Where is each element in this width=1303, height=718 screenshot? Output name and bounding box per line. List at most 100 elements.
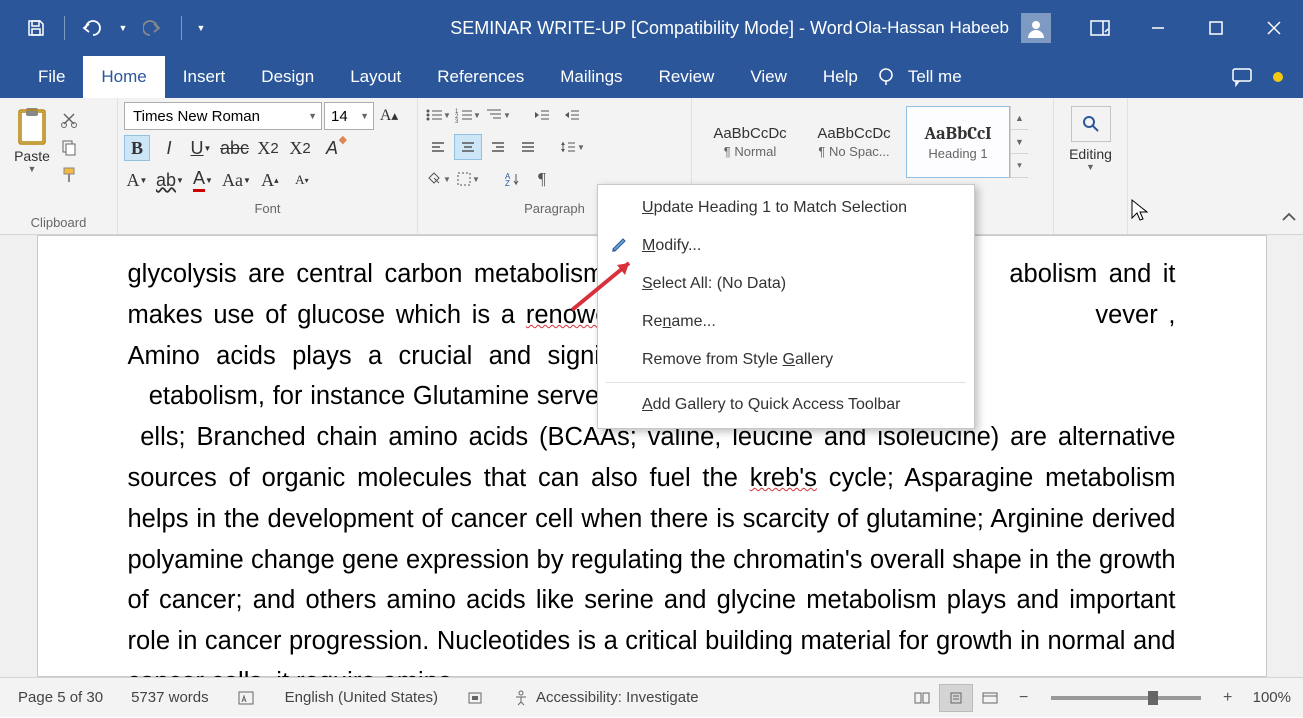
comments-icon[interactable] [1231, 67, 1253, 87]
status-accessibility[interactable]: Accessibility: Investigate [512, 689, 699, 707]
view-read-mode[interactable] [905, 684, 939, 712]
font-group-label: Font [124, 198, 411, 220]
status-words[interactable]: 5737 words [131, 689, 209, 706]
italic-button[interactable]: I [156, 135, 182, 161]
ribbon-display-options[interactable] [1071, 0, 1129, 56]
redo-button[interactable] [135, 10, 171, 46]
group-editing: Editing ▼ [1054, 98, 1128, 234]
align-left-button[interactable] [424, 134, 452, 160]
align-right-button[interactable] [484, 134, 512, 160]
accessibility-icon [512, 689, 530, 707]
tell-me[interactable]: Tell me [904, 67, 980, 87]
tab-mailings[interactable]: Mailings [542, 56, 640, 98]
undo-button[interactable] [75, 10, 111, 46]
tab-file[interactable]: File [20, 56, 83, 98]
tab-review[interactable]: Review [641, 56, 733, 98]
minimize-button[interactable] [1129, 0, 1187, 56]
tab-home[interactable]: Home [83, 56, 164, 98]
subscript-button[interactable]: X2 [255, 135, 281, 161]
bullets-button[interactable]: ▼ [424, 102, 452, 128]
increase-indent-button[interactable] [558, 102, 586, 128]
tab-layout[interactable]: Layout [332, 56, 419, 98]
maximize-button[interactable] [1187, 0, 1245, 56]
menu-rename[interactable]: Rename... [598, 303, 974, 341]
cut-button[interactable] [58, 108, 80, 130]
zoom-level[interactable]: 100% [1253, 689, 1291, 706]
status-macro-icon[interactable] [466, 690, 484, 706]
find-button[interactable] [1071, 106, 1111, 142]
status-page[interactable]: Page 5 of 30 [18, 689, 103, 706]
style-normal[interactable]: AaBbCcDc ¶ Normal [698, 106, 802, 178]
superscript-button[interactable]: X2 [287, 135, 313, 161]
align-center-button[interactable] [454, 134, 482, 160]
svg-text:Z: Z [505, 179, 510, 187]
shading-button[interactable]: ▼ [424, 166, 452, 192]
multilevel-button[interactable]: ▼ [484, 102, 512, 128]
grow-font2-button[interactable]: A▴ [257, 167, 283, 193]
strikethrough-button[interactable]: abc [220, 135, 249, 161]
menu-update-to-match[interactable]: Update Heading 1 to Match Selection [598, 189, 974, 227]
tab-view[interactable]: View [732, 56, 805, 98]
borders-button[interactable]: ▼ [454, 166, 482, 192]
bold-button[interactable]: B [124, 135, 150, 161]
menu-add-qat[interactable]: Add Gallery to Quick Access Toolbar [598, 386, 974, 424]
tab-insert[interactable]: Insert [165, 56, 244, 98]
tab-references[interactable]: References [419, 56, 542, 98]
pending-updates-dot[interactable] [1273, 72, 1283, 82]
avatar[interactable] [1021, 13, 1051, 43]
paste-button[interactable] [15, 106, 49, 146]
svg-text:3: 3 [455, 119, 459, 123]
document-title: SEMINAR WRITE-UP [Compatibility Mode] - … [450, 18, 852, 39]
shrink-font-button[interactable]: A▾ [289, 167, 315, 193]
status-language[interactable]: English (United States) [285, 689, 438, 706]
copy-button[interactable] [58, 136, 80, 158]
menu-modify[interactable]: Modify... [598, 227, 974, 265]
font-color2-button[interactable]: A▼ [124, 167, 150, 193]
user-name[interactable]: Ola-Hassan Habeeb [855, 18, 1009, 38]
numbering-button[interactable]: 123▼ [454, 102, 482, 128]
status-spellcheck-icon[interactable] [237, 690, 257, 706]
collapse-ribbon-button[interactable] [1281, 210, 1297, 228]
styles-scroll-down[interactable]: ▼ [1011, 130, 1028, 154]
phonetic-button[interactable]: ab▼ [156, 167, 184, 193]
change-case-button[interactable]: Aa ▼ [222, 167, 251, 193]
style-no-spacing[interactable]: AaBbCcDc ¶ No Spac... [802, 106, 906, 178]
underline-button[interactable]: U ▼ [188, 135, 214, 161]
styles-scroll-up[interactable]: ▲ [1011, 106, 1028, 130]
save-button[interactable] [18, 10, 54, 46]
decrease-indent-button[interactable] [528, 102, 556, 128]
tab-help[interactable]: Help [805, 56, 876, 98]
menu-remove-gallery[interactable]: Remove from Style Gallery [598, 341, 974, 379]
ribbon-tabs: File Home Insert Design Layout Reference… [0, 56, 1303, 98]
view-web-layout[interactable] [973, 684, 1007, 712]
paste-label: Paste [14, 148, 50, 164]
lightbulb-icon [876, 67, 896, 87]
format-painter-button[interactable] [58, 164, 80, 186]
tab-design[interactable]: Design [243, 56, 332, 98]
font-name-combo[interactable]: Times New Roman▼ [124, 102, 322, 130]
zoom-slider[interactable] [1051, 696, 1201, 700]
justify-button[interactable] [514, 134, 542, 160]
styles-more[interactable]: ▾ [1011, 154, 1028, 178]
undo-dropdown[interactable]: ▼ [115, 10, 131, 46]
editing-label: Editing [1069, 146, 1112, 162]
menu-select-all[interactable]: Select All: (No Data) [598, 265, 974, 303]
clipboard-label: Clipboard [6, 212, 111, 234]
font-name-value: Times New Roman [133, 108, 260, 125]
grow-font-button[interactable]: A▴ [376, 103, 402, 129]
font-size-combo[interactable]: 14▼ [324, 102, 374, 130]
font-color-button[interactable]: A ▼ [190, 167, 216, 193]
clear-formatting-button[interactable]: A◆ [319, 135, 345, 161]
titlebar: ▼ ▼ SEMINAR WRITE-UP [Compatibility Mode… [0, 0, 1303, 56]
zoom-out-button[interactable]: − [1015, 689, 1033, 707]
modify-icon [610, 235, 628, 258]
zoom-in-button[interactable]: + [1219, 689, 1237, 707]
group-clipboard: Paste ▼ Clipboard [0, 98, 118, 234]
view-print-layout[interactable] [939, 684, 973, 712]
qat-customize[interactable]: ▼ [192, 10, 210, 46]
sort-button[interactable]: AZ [498, 166, 526, 192]
style-heading-1[interactable]: AaBbCcI Heading 1 [906, 106, 1010, 178]
show-marks-button[interactable]: ¶ [528, 166, 556, 192]
close-button[interactable] [1245, 0, 1303, 56]
line-spacing-button[interactable]: ▼ [558, 134, 586, 160]
